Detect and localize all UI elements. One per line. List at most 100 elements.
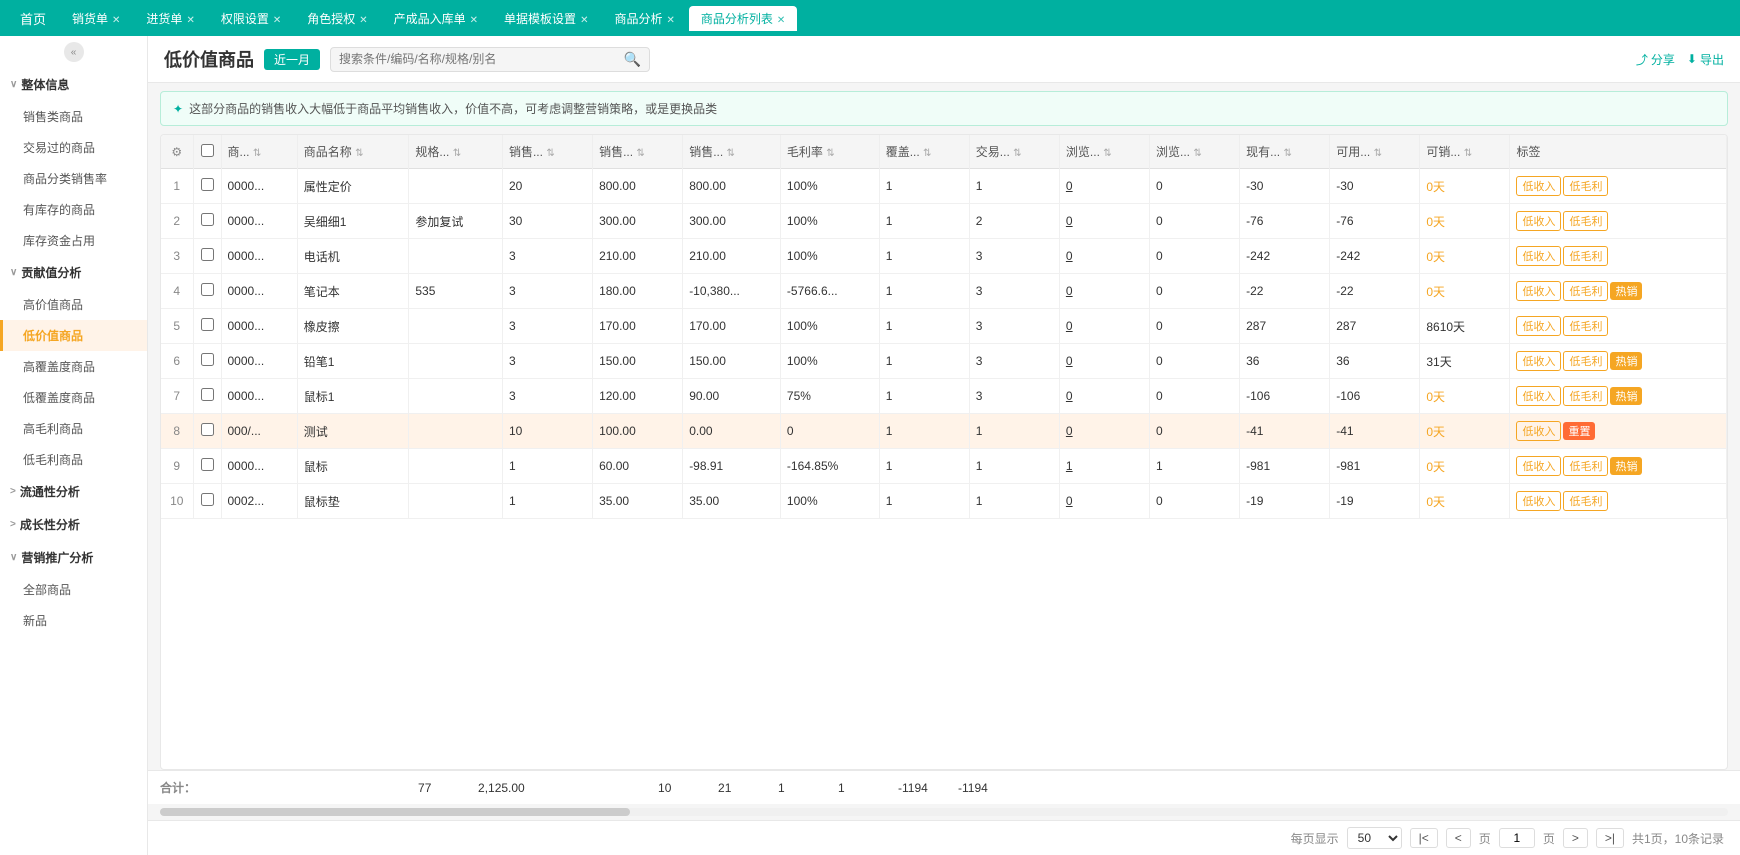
nav-warehouse[interactable]: 产成品入库单✕ — [382, 6, 490, 31]
row-checkbox-cell[interactable] — [193, 169, 221, 204]
row-views2: 0 — [1150, 169, 1240, 204]
row-coverage: 1 — [879, 379, 969, 414]
table-row[interactable]: 7 0000... 鼠标1 3 120.00 90.00 75% 1 3 0 0… — [161, 379, 1727, 414]
sidebar-group-growth[interactable]: >成长性分析 — [0, 508, 147, 541]
per-page-select[interactable]: 50 100 200 — [1347, 827, 1402, 849]
row-tags: 低收入低毛利 — [1510, 239, 1727, 274]
export-button[interactable]: ⬇ 导出 — [1687, 51, 1724, 68]
row-checkbox[interactable] — [201, 458, 214, 471]
row-checkbox-cell[interactable] — [193, 239, 221, 274]
row-checkbox-cell[interactable] — [193, 449, 221, 484]
sidebar-group-contribution[interactable]: ∨贡献值分析 — [0, 256, 147, 289]
sidebar-group-overall[interactable]: ∨整体信息 — [0, 68, 147, 101]
sidebar-item-sales-goods[interactable]: 销售类商品 — [0, 101, 147, 132]
row-checkbox-cell[interactable] — [193, 344, 221, 379]
nav-analysis[interactable]: 商品分析✕ — [602, 6, 686, 31]
sidebar-item-new-goods[interactable]: 新品 — [0, 605, 147, 636]
search-input[interactable] — [339, 52, 624, 66]
row-checkbox[interactable] — [201, 318, 214, 331]
table-row[interactable]: 5 0000... 橡皮擦 3 170.00 170.00 100% 1 3 0… — [161, 309, 1727, 344]
row-name: 吴细细1 — [297, 204, 409, 239]
nav-analysis-list[interactable]: 商品分析列表✕ — [689, 6, 797, 31]
row-q3: 800.00 — [683, 169, 781, 204]
row-checkbox-cell[interactable] — [193, 309, 221, 344]
nav-purchase[interactable]: 进货单✕ — [134, 6, 206, 31]
nav-roles[interactable]: 角色授权✕ — [295, 6, 379, 31]
row-checkbox[interactable] — [201, 493, 214, 506]
row-views1: 0 — [1059, 309, 1149, 344]
row-checkbox-cell[interactable] — [193, 414, 221, 449]
table-row[interactable]: 1 0000... 属性定价 20 800.00 800.00 100% 1 1… — [161, 169, 1727, 204]
row-views1: 0 — [1059, 274, 1149, 309]
nav-close-sales[interactable]: ✕ — [112, 15, 120, 26]
sidebar-group-liquidity[interactable]: >流通性分析 — [0, 475, 147, 508]
table-row[interactable]: 3 0000... 电话机 3 210.00 210.00 100% 1 3 0… — [161, 239, 1727, 274]
row-checkbox[interactable] — [201, 423, 214, 436]
row-checkbox[interactable] — [201, 248, 214, 261]
row-checkbox[interactable] — [201, 283, 214, 296]
row-views1: 1 — [1059, 449, 1149, 484]
share-button[interactable]: ⤴ 分享 — [1636, 51, 1675, 68]
sidebar-item-high-margin[interactable]: 高毛利商品 — [0, 413, 147, 444]
row-margin: -164.85% — [780, 449, 879, 484]
nav-template[interactable]: 单据模板设置✕ — [492, 6, 600, 31]
horizontal-scrollbar[interactable] — [160, 808, 1728, 816]
scrollbar-thumb[interactable] — [160, 808, 630, 816]
row-tags: 低收入低毛利热销 — [1510, 379, 1727, 414]
row-available: -242 — [1330, 239, 1420, 274]
sidebar-item-all-goods[interactable]: 全部商品 — [0, 574, 147, 605]
table-row[interactable]: 6 0000... 铅笔1 3 150.00 150.00 100% 1 3 0… — [161, 344, 1727, 379]
nav-permissions[interactable]: 权限设置✕ — [209, 6, 293, 31]
row-days: 0天 — [1420, 484, 1510, 519]
search-icon[interactable]: 🔍 — [624, 51, 641, 68]
data-table-container[interactable]: ⚙ 商... ⇅ 商品名称 ⇅ 规格... ⇅ 销售... ⇅ 销售... ⇅ … — [160, 134, 1728, 770]
table-row[interactable]: 10 0002... 鼠标垫 1 35.00 35.00 100% 1 1 0 … — [161, 484, 1727, 519]
sidebar-item-low-margin[interactable]: 低毛利商品 — [0, 444, 147, 475]
sidebar-collapse-btn[interactable]: « — [64, 42, 84, 62]
sidebar: « ∨整体信息 销售类商品 交易过的商品 商品分类销售率 有库存的商品 库存资金… — [0, 36, 148, 855]
nav-home[interactable]: 首页 — [8, 5, 58, 32]
first-page-btn[interactable]: |< — [1410, 828, 1438, 848]
sidebar-item-high-value[interactable]: 高价值商品 — [0, 289, 147, 320]
row-q3: 150.00 — [683, 344, 781, 379]
header-actions: ⤴ 分享 ⬇ 导出 — [1636, 51, 1724, 68]
row-trades: 3 — [969, 379, 1059, 414]
row-checkbox[interactable] — [201, 353, 214, 366]
row-checkbox-cell[interactable] — [193, 204, 221, 239]
row-checkbox-cell[interactable] — [193, 274, 221, 309]
row-checkbox-cell[interactable] — [193, 379, 221, 414]
sidebar-item-category-rate[interactable]: 商品分类销售率 — [0, 163, 147, 194]
sidebar-item-low-value[interactable]: 低价值商品 — [0, 320, 147, 351]
row-num: 2 — [161, 204, 193, 239]
row-spec — [409, 239, 503, 274]
footer-q6: 21 — [712, 781, 772, 795]
last-page-btn[interactable]: >| — [1596, 828, 1624, 848]
row-checkbox[interactable] — [201, 178, 214, 191]
row-num: 6 — [161, 344, 193, 379]
sidebar-item-low-coverage[interactable]: 低覆盖度商品 — [0, 382, 147, 413]
row-checkbox[interactable] — [201, 388, 214, 401]
table-row[interactable]: 4 0000... 笔记本 535 3 180.00 -10,380... -5… — [161, 274, 1727, 309]
sidebar-item-high-coverage[interactable]: 高覆盖度商品 — [0, 351, 147, 382]
sidebar-group-marketing[interactable]: ∨营销推广分析 — [0, 541, 147, 574]
prev-page-btn[interactable]: < — [1446, 828, 1471, 848]
sidebar-item-stock-goods[interactable]: 有库存的商品 — [0, 194, 147, 225]
row-q2: 800.00 — [593, 169, 683, 204]
sidebar-item-stock-capital[interactable]: 库存资金占用 — [0, 225, 147, 256]
table-row[interactable]: 9 0000... 鼠标 1 60.00 -98.91 -164.85% 1 1… — [161, 449, 1727, 484]
table-row[interactable]: 8 000/... 测试 10 100.00 0.00 0 1 1 0 0 -4… — [161, 414, 1727, 449]
nav-sales[interactable]: 销货单✕ — [60, 6, 132, 31]
tag-badge: 低收入 — [1516, 456, 1561, 476]
sidebar-item-traded-goods[interactable]: 交易过的商品 — [0, 132, 147, 163]
col-checkbox[interactable] — [193, 135, 221, 169]
select-all-checkbox[interactable] — [201, 144, 214, 157]
col-settings[interactable]: ⚙ — [161, 135, 193, 169]
tag-badge: 低收入 — [1516, 351, 1561, 371]
next-page-btn[interactable]: > — [1563, 828, 1588, 848]
row-checkbox[interactable] — [201, 213, 214, 226]
table-row[interactable]: 2 0000... 吴细细1 参加复试 30 300.00 300.00 100… — [161, 204, 1727, 239]
row-checkbox-cell[interactable] — [193, 484, 221, 519]
row-days: 0天 — [1420, 379, 1510, 414]
page-input[interactable] — [1499, 828, 1535, 848]
period-tag[interactable]: 近一月 — [264, 49, 320, 70]
